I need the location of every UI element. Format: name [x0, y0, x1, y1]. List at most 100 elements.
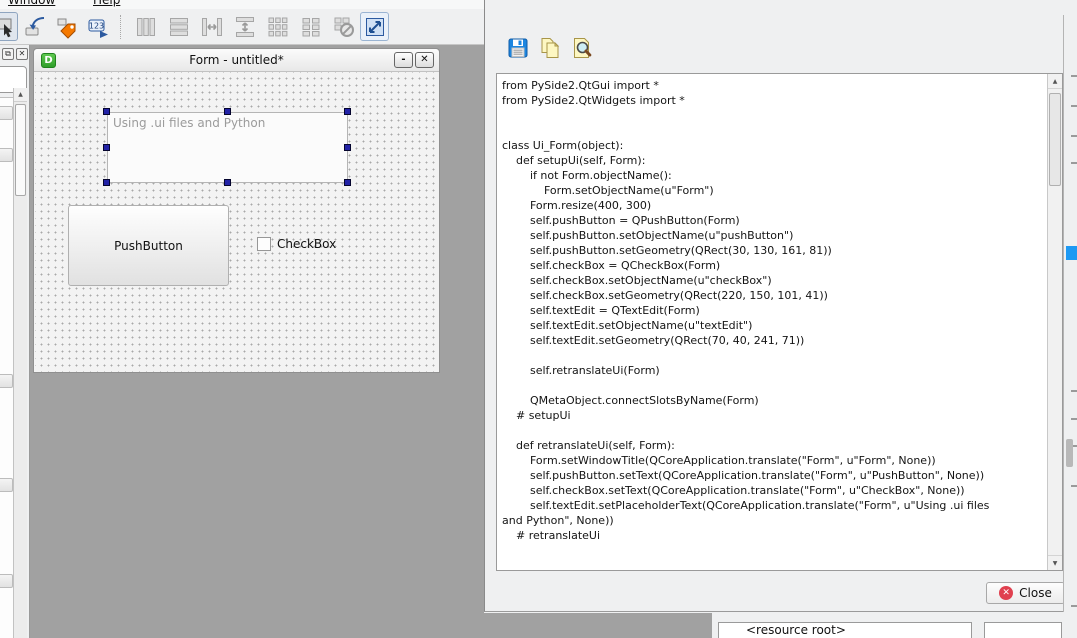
row-mark — [1071, 162, 1077, 164]
selection-handle[interactable] — [224, 108, 231, 115]
code-line: self.pushButton.setText(QCoreApplication… — [502, 468, 1045, 483]
code-line: self.checkBox.setGeometry(QRect(220, 150… — [502, 288, 1045, 303]
code-line: self.textEdit.setPlaceholderText(QCoreAp… — [502, 498, 1045, 513]
scroll-up-icon[interactable]: ▲ — [1048, 74, 1062, 89]
code-line: if not Form.objectName(): — [502, 168, 1045, 183]
code-line: self.checkBox = QCheckBox(Form) — [502, 258, 1045, 273]
scrollbar-thumb[interactable] — [15, 104, 26, 196]
resource-browser-window: <resource root> — [712, 613, 1077, 638]
layout-grid-icon — [266, 15, 290, 39]
layout-vertical-tool[interactable] — [164, 12, 193, 41]
code-line: self.textEdit = QTextEdit(Form) — [502, 303, 1045, 318]
widget-category-item[interactable] — [0, 374, 13, 388]
layout-grid-tool[interactable] — [263, 12, 292, 41]
code-view[interactable]: from PySide2.QtGui import *from PySide2.… — [496, 73, 1063, 571]
widget-category-item[interactable] — [0, 148, 13, 162]
menu-window[interactable]: Window — [8, 0, 55, 7]
code-line: self.retranslateUi(Form) — [502, 363, 1045, 378]
code-line: self.textEdit.setObjectName(u"textEdit") — [502, 318, 1045, 333]
generated-code: from PySide2.QtGui import *from PySide2.… — [502, 78, 1045, 543]
layout-horizontal-splitter-tool[interactable] — [197, 12, 226, 41]
layout-vertical-splitter-tool[interactable] — [230, 12, 259, 41]
widget-box-scrollbar[interactable]: ▲ — [13, 88, 27, 638]
resource-root-item[interactable]: <resource root> — [746, 623, 846, 637]
widget-box-list — [0, 97, 13, 638]
code-line — [502, 423, 1045, 438]
selection-handle[interactable] — [103, 108, 110, 115]
row-mark — [1071, 135, 1077, 137]
resource-list-panel[interactable] — [984, 622, 1062, 638]
edit-tab-order-icon: 123 — [87, 15, 111, 39]
edit-buddies-tool[interactable] — [52, 12, 81, 41]
menu-bar: Window Help — [0, 0, 484, 9]
textedit-placeholder: Using .ui files and Python — [113, 116, 265, 130]
code-preview-dialog: from PySide2.QtGui import *from PySide2.… — [484, 0, 1077, 612]
form-window-titlebar[interactable]: D Form - untitled* - ✕ — [34, 49, 439, 72]
textedit-widget[interactable]: Using .ui files and Python — [107, 112, 348, 183]
layout-horizontal-icon — [134, 15, 158, 39]
adjust-size-icon — [363, 15, 387, 39]
scrollbar-thumb[interactable] — [1049, 93, 1061, 186]
save-button[interactable] — [506, 36, 532, 62]
selection-handle[interactable] — [224, 179, 231, 186]
selection-handle[interactable] — [344, 179, 351, 186]
code-line: and Python", None)) — [502, 513, 1045, 528]
edit-signals-slots-tool[interactable] — [20, 12, 49, 41]
scroll-down-icon[interactable]: ▼ — [1048, 555, 1062, 570]
mdi-area-lower — [484, 613, 712, 638]
checkbox-widget[interactable]: CheckBox — [257, 237, 336, 251]
widget-category-item[interactable] — [0, 574, 13, 588]
form-editor-window: D Form - untitled* - ✕ Using .ui files a… — [33, 48, 440, 373]
selected-row-highlight[interactable] — [1066, 246, 1077, 260]
code-line — [502, 108, 1045, 123]
layout-vertical-icon — [167, 15, 191, 39]
selection-handle[interactable] — [344, 108, 351, 115]
selection-handle[interactable] — [103, 144, 110, 151]
form-window-title: Form - untitled* — [34, 53, 439, 67]
minimize-button[interactable]: - — [394, 52, 413, 68]
pushbutton-widget[interactable]: PushButton — [68, 205, 229, 286]
qt-designer-app: Window Help 1 — [0, 0, 1077, 638]
code-line: def setupUi(self, Form): — [502, 153, 1045, 168]
code-line — [502, 348, 1045, 363]
scroll-up-icon[interactable]: ▲ — [14, 88, 27, 102]
code-scrollbar[interactable]: ▲ ▼ — [1047, 74, 1062, 570]
copy-icon — [538, 36, 562, 60]
edit-tab-order-tool[interactable]: 123 — [84, 12, 113, 41]
row-mark — [1071, 390, 1077, 392]
edit-widgets-tool[interactable] — [0, 12, 18, 41]
code-line — [502, 123, 1045, 138]
find-button[interactable] — [570, 36, 596, 62]
close-window-button[interactable]: ✕ — [415, 52, 434, 68]
edit-widgets-icon — [0, 15, 16, 39]
row-mark — [1071, 75, 1077, 77]
code-line: self.textEdit.setGeometry(QRect(70, 40, … — [502, 333, 1045, 348]
widget-category-item[interactable] — [0, 478, 13, 492]
copy-button[interactable] — [538, 36, 564, 62]
code-line: self.checkBox.setObjectName(u"checkBox") — [502, 273, 1045, 288]
dock-float-button[interactable]: ⧉ — [2, 48, 14, 60]
layout-horizontal-tool[interactable] — [131, 12, 160, 41]
selection-handle[interactable] — [103, 179, 110, 186]
dock-close-button[interactable]: ✕ — [16, 48, 28, 60]
selection-handle[interactable] — [344, 144, 351, 151]
checkbox-indicator[interactable] — [257, 237, 271, 251]
code-line: self.pushButton.setGeometry(QRect(30, 13… — [502, 243, 1045, 258]
resource-tree-panel[interactable]: <resource root> — [718, 622, 972, 638]
main-toolbar: 123 — [0, 9, 484, 45]
code-line: self.pushButton.setObjectName(u"pushButt… — [502, 228, 1045, 243]
code-line: def retranslateUi(self, Form): — [502, 438, 1045, 453]
code-line: from PySide2.QtWidgets import * — [502, 93, 1045, 108]
close-button[interactable]: ✕ Close — [986, 582, 1065, 604]
adjust-size-tool[interactable] — [360, 12, 389, 41]
form-canvas[interactable]: Using .ui files and Python PushButton Ch… — [35, 72, 439, 372]
break-layout-tool[interactable] — [329, 12, 358, 41]
code-line: class Ui_Form(object): — [502, 138, 1045, 153]
layout-form-tool[interactable] — [296, 12, 325, 41]
row-mark — [1071, 485, 1077, 487]
code-line: self.checkBox.setText(QCoreApplication.t… — [502, 483, 1045, 498]
widget-category-item[interactable] — [0, 106, 13, 120]
menu-help[interactable]: Help — [93, 0, 120, 7]
scrollbar-thumb[interactable] — [1066, 439, 1073, 467]
code-line: QMetaObject.connectSlotsByName(Form) — [502, 393, 1045, 408]
